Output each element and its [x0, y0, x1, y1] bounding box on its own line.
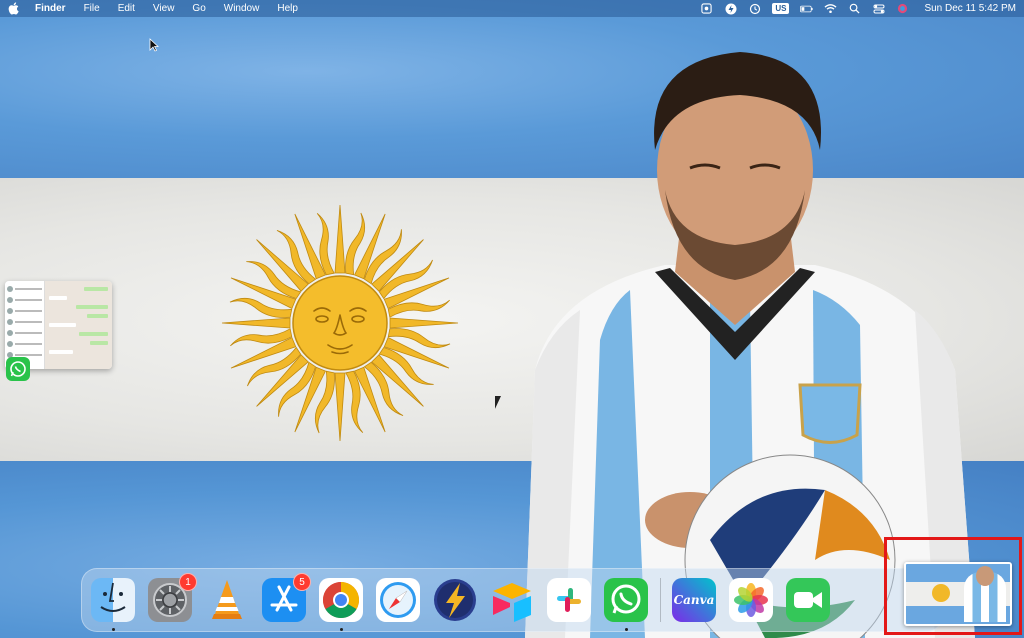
menu-file[interactable]: File: [84, 0, 100, 17]
sun-icon: [932, 584, 950, 602]
dock-whatsapp[interactable]: [603, 577, 649, 631]
dock-separator: [660, 578, 661, 622]
chat-list-preview: [5, 281, 45, 369]
compass-icon: [376, 578, 420, 622]
sun-of-may-icon: [221, 204, 459, 442]
desktop-wallpaper: [0, 0, 1024, 638]
battery-icon[interactable]: [800, 3, 814, 15]
bolt-icon[interactable]: [724, 3, 737, 15]
running-indicator: [339, 628, 343, 631]
menu-bar: Finder File Edit View Go Window Help US: [0, 0, 1024, 17]
slack-icon: [547, 578, 591, 622]
dock-facetime[interactable]: [785, 577, 831, 623]
dock-slack[interactable]: [546, 577, 592, 623]
dock-google-chrome[interactable]: [318, 577, 364, 631]
dock-system-preferences[interactable]: 1: [147, 573, 197, 623]
finder-icon: [91, 578, 135, 622]
screen-mirroring-icon[interactable]: [700, 3, 713, 15]
canva-logo-text: Canva: [674, 593, 715, 607]
canva-icon: Canva: [672, 578, 716, 622]
airtable-icon: [493, 583, 531, 622]
menu-edit[interactable]: Edit: [118, 0, 135, 17]
photos-flower-icon: [729, 578, 773, 622]
wifi-icon[interactable]: [824, 3, 837, 15]
apple-menu-icon[interactable]: [8, 2, 19, 15]
chat-pane-preview: [45, 281, 112, 369]
video-camera-icon: [786, 578, 830, 622]
dock-vlc[interactable]: [204, 577, 250, 623]
dock-canva[interactable]: Canva: [671, 577, 717, 623]
whatsapp-icon: [6, 357, 30, 381]
menu-go[interactable]: Go: [192, 0, 205, 17]
control-center-icon[interactable]: [872, 3, 885, 15]
menu-view[interactable]: View: [153, 0, 175, 17]
menu-app-finder[interactable]: Finder: [35, 0, 66, 17]
notification-badge: 1: [179, 573, 197, 591]
siri-icon[interactable]: [896, 3, 909, 15]
dock-app-store[interactable]: 5: [261, 573, 311, 623]
whatsapp-icon: [604, 578, 648, 622]
player-photo: [495, 52, 975, 638]
vlc-cone-icon: [212, 580, 242, 619]
time-machine-icon[interactable]: [748, 3, 761, 15]
menu-help[interactable]: Help: [277, 0, 298, 17]
minimized-desktop-thumbnail[interactable]: [904, 562, 1012, 626]
dock-safari[interactable]: [375, 577, 421, 623]
dock-airtable[interactable]: [489, 577, 535, 623]
dock: 1 5 Canva: [81, 568, 943, 632]
dock-photos[interactable]: [728, 577, 774, 623]
chrome-icon: [319, 578, 363, 622]
whatsapp-window-thumbnail[interactable]: [5, 281, 112, 369]
dock-reeder[interactable]: [432, 577, 478, 623]
menu-window[interactable]: Window: [224, 0, 260, 17]
dock-finder[interactable]: [90, 577, 136, 631]
lightning-icon: [434, 579, 476, 621]
running-indicator: [624, 628, 628, 631]
notification-badge: 5: [293, 573, 311, 591]
menubar-clock[interactable]: Sun Dec 11 5:42 PM: [924, 3, 1016, 14]
player-head-thumbnail: [976, 566, 994, 586]
input-source-badge[interactable]: US: [772, 3, 790, 14]
search-icon[interactable]: [848, 3, 861, 15]
running-indicator: [111, 628, 115, 631]
mouse-cursor-icon: [149, 38, 159, 52]
